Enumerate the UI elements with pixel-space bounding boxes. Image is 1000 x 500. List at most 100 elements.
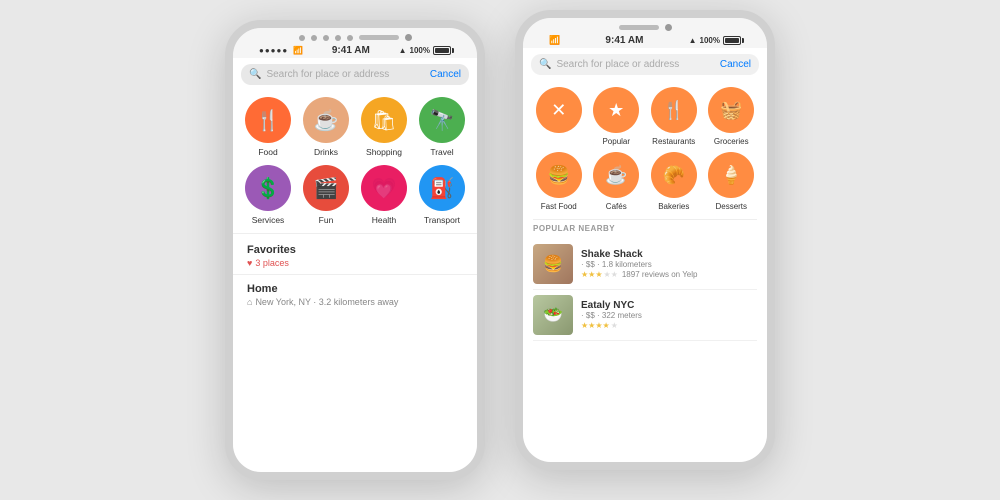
subcat-icon-5: ☕ (605, 165, 627, 186)
category-item-shopping[interactable]: 🛍 Shopping (359, 97, 409, 157)
heart-icon: ♥ (247, 258, 252, 268)
subcat-label-1: Popular (602, 137, 630, 146)
subcat-icon-4: 🍔 (548, 165, 570, 186)
health-icon: 💗 (372, 176, 397, 201)
category-label-drinks: Drinks (314, 147, 338, 157)
phone-2-subcategories-grid: ✕ ★ Popular 🍴 Restaurants 🧺 Groceries 🍔 … (523, 79, 767, 219)
home-section: Home ⌂ New York, NY · 3.2 kilometers awa… (233, 274, 477, 315)
camera-dot-3 (323, 35, 329, 41)
phone-2-time: 9:41 AM (605, 35, 643, 46)
phone-2-search-placeholder: Search for place or address (556, 59, 714, 70)
camera-dot-left (299, 35, 305, 41)
battery-pct: 100% (410, 46, 430, 55)
phone-1-status-bar: ●●●●● 📶 9:41 AM ▲ 100% (249, 43, 461, 58)
subcat-icon-2: 🍴 (663, 100, 685, 121)
battery-tip (452, 48, 454, 53)
nearby-header: POPULAR NEARBY (533, 219, 757, 233)
subcat-item-groceries[interactable]: 🧺 Groceries (706, 87, 758, 146)
subcat-icon-1: ★ (608, 100, 624, 121)
home-icon: ⌂ (247, 297, 252, 307)
phone-2-battery-icon (723, 36, 741, 45)
favorites-title: Favorites (247, 244, 463, 256)
phone-1-screen: 🔍 Search for place or address Cancel 🍴 F… (233, 58, 477, 472)
phone-2-notch: 📶 9:41 AM ▲ 100% (523, 18, 767, 48)
category-circle-fun: 🎬 (303, 165, 349, 211)
subcat-circle-0: ✕ (536, 87, 582, 133)
phone-2: 📶 9:41 AM ▲ 100% 🔍 Search for place or a… (515, 10, 775, 470)
favorites-count: 3 places (255, 258, 289, 268)
phone-2-search-bar[interactable]: 🔍 Search for place or address Cancel (531, 54, 759, 75)
phone-2-battery-tip (742, 38, 744, 43)
phone-2-screen: 🔍 Search for place or address Cancel ✕ ★… (523, 48, 767, 462)
category-item-services[interactable]: 💲 Services (243, 165, 293, 225)
subcat-icon-6: 🥐 (663, 165, 685, 186)
phone-1-notch: ●●●●● 📶 9:41 AM ▲ 100% (233, 28, 477, 58)
category-label-food: Food (258, 147, 277, 157)
services-icon: 💲 (256, 176, 281, 201)
category-circle-services: 💲 (245, 165, 291, 211)
home-address: New York, NY · 3.2 kilometers away (255, 297, 398, 307)
shopping-icon: 🛍 (371, 108, 396, 133)
time-display: 9:41 AM (332, 45, 370, 56)
home-title: Home (247, 283, 463, 295)
subcat-icon-3: 🧺 (720, 100, 742, 121)
category-item-transport[interactable]: ⛽ Transport (417, 165, 467, 225)
travel-icon: 🔭 (430, 108, 455, 133)
shake-shack-reviews: 1897 reviews on Yelp (622, 270, 698, 279)
category-circle-shopping: 🛍 (361, 97, 407, 143)
nearby-item-1[interactable]: 🍔 Shake Shack · $$ · 1.8 kilometers ★★★★… (533, 239, 757, 290)
nearby-info-shake-shack: Shake Shack · $$ · 1.8 kilometers ★★★★★ … (581, 249, 757, 279)
category-item-fun[interactable]: 🎬 Fun (301, 165, 351, 225)
camera-dot-5 (347, 35, 353, 41)
subcat-label-3: Groceries (714, 137, 749, 146)
camera-dot-2 (311, 35, 317, 41)
phone-2-speaker (619, 25, 659, 30)
subcat-item-desserts[interactable]: 🍦 Desserts (706, 152, 758, 211)
subcat-circle-1: ★ (593, 87, 639, 133)
subcat-item-fast-food[interactable]: 🍔 Fast Food (533, 152, 585, 211)
home-sub: ⌂ New York, NY · 3.2 kilometers away (247, 297, 463, 307)
subcat-item-popular[interactable]: ★ Popular (591, 87, 643, 146)
category-item-drinks[interactable]: ☕ Drinks (301, 97, 351, 157)
subcat-item-cafés[interactable]: ☕ Cafés (591, 152, 643, 211)
nearby-info-eataly: Eataly NYC · $$ · 322 meters ★★★★★ (581, 300, 757, 330)
phone-1-cancel-btn[interactable]: Cancel (430, 69, 461, 80)
eataly-meta: · $$ · 322 meters (581, 311, 757, 320)
subcat-label-6: Bakeries (658, 202, 689, 211)
category-circle-travel: 🔭 (419, 97, 465, 143)
category-item-travel[interactable]: 🔭 Travel (417, 97, 467, 157)
subcat-item-restaurants[interactable]: 🍴 Restaurants (648, 87, 700, 146)
category-item-food[interactable]: 🍴 Food (243, 97, 293, 157)
search-magnifier-icon: 🔍 (249, 69, 261, 80)
phone-2-wifi: 📶 (549, 35, 560, 46)
arrow-icon: ▲ (399, 46, 407, 55)
signal-dots: ●●●●● 📶 (259, 46, 303, 55)
shake-shack-name: Shake Shack (581, 249, 757, 260)
phone-2-cancel-btn[interactable]: Cancel (720, 59, 751, 70)
transport-icon: ⛽ (430, 176, 455, 201)
phone-2-status-bar: 📶 9:41 AM ▲ 100% (539, 33, 751, 48)
category-circle-health: 💗 (361, 165, 407, 211)
subcat-circle-2: 🍴 (651, 87, 697, 133)
phone-2-battery-pct: 100% (700, 36, 720, 45)
subcat-label-2: Restaurants (652, 137, 695, 146)
subcat-item-cancel[interactable]: ✕ (533, 87, 585, 146)
shake-shack-stars: ★★★★★ 1897 reviews on Yelp (581, 270, 757, 279)
phone-1-search-bar[interactable]: 🔍 Search for place or address Cancel (241, 64, 469, 85)
phone-1-camera-row (299, 34, 412, 41)
eataly-stars: ★★★★★ (581, 321, 757, 330)
category-label-fun: Fun (319, 215, 334, 225)
phone-2-battery-fill (725, 38, 739, 43)
battery-area: ▲ 100% (399, 46, 451, 55)
phone-2-camera-row (619, 24, 672, 31)
nearby-item-2[interactable]: 🥗 Eataly NYC · $$ · 322 meters ★★★★★ (533, 290, 757, 341)
nearby-img-eataly: 🥗 (533, 295, 573, 335)
subcat-item-bakeries[interactable]: 🥐 Bakeries (648, 152, 700, 211)
category-label-travel: Travel (430, 147, 453, 157)
camera-dot-4 (335, 35, 341, 41)
subcat-circle-5: ☕ (593, 152, 639, 198)
subcat-circle-7: 🍦 (708, 152, 754, 198)
battery-fill (435, 48, 449, 53)
category-item-health[interactable]: 💗 Health (359, 165, 409, 225)
front-camera (405, 34, 412, 41)
